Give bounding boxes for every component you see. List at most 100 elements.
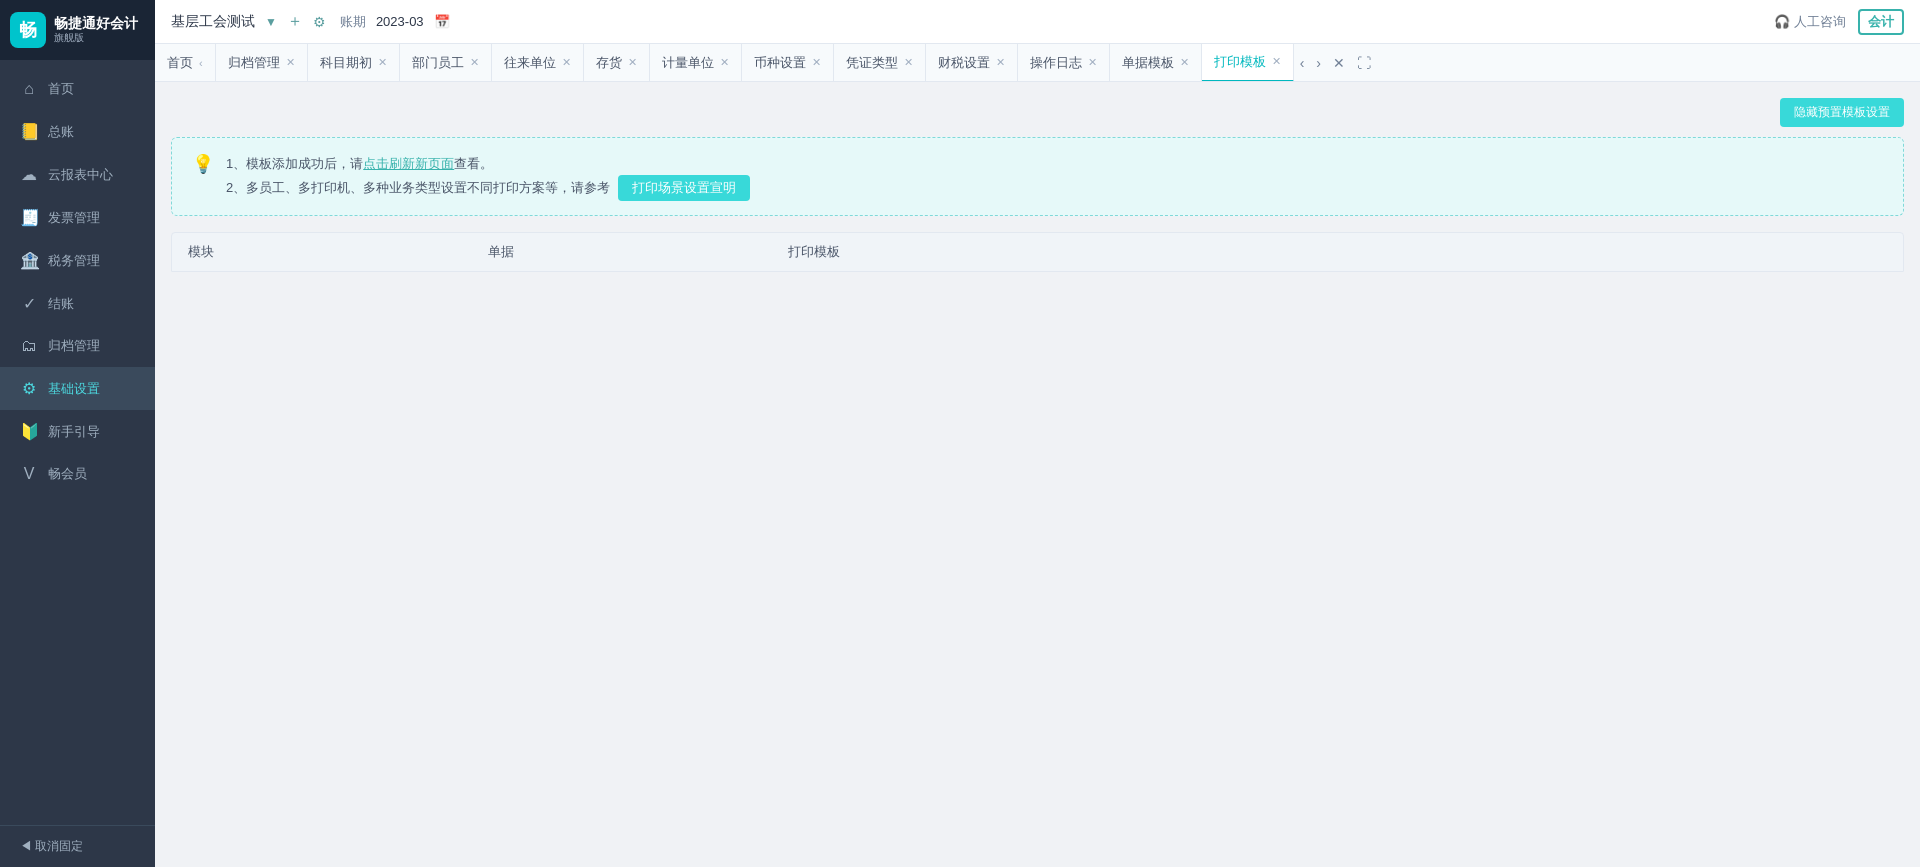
tab-stock-close[interactable]: ✕ — [628, 56, 637, 69]
tax-icon: 🏦 — [20, 251, 38, 270]
col-receipt: 单据 — [472, 233, 772, 271]
tab-expand[interactable]: ⛶ — [1351, 55, 1377, 71]
reports-icon: ☁ — [20, 165, 38, 184]
tab-print-close[interactable]: ✕ — [1272, 55, 1281, 68]
info-line1-prefix: 1、模板添加成功后，请 — [226, 156, 363, 171]
support-button[interactable]: 🎧 人工咨询 — [1774, 13, 1846, 31]
sidebar-item-invoice[interactable]: 🧾 发票管理 — [0, 196, 155, 239]
tab-currency[interactable]: 币种设置 ✕ — [742, 44, 834, 82]
tab-stock[interactable]: 存货 ✕ — [584, 44, 650, 82]
tab-subject-label: 科目期初 — [320, 54, 372, 72]
tab-print[interactable]: 打印模板 ✕ — [1202, 44, 1294, 82]
member-icon: V — [20, 465, 38, 483]
sidebar-label-archive: 归档管理 — [48, 337, 100, 355]
tab-receipt[interactable]: 单据模板 ✕ — [1110, 44, 1202, 82]
archive-icon: 🗂 — [20, 337, 38, 355]
tab-home-label: 首页 — [167, 54, 193, 72]
main-area: 基层工会测试 ▼ ＋ ⚙ 账期 2023-03 📅 🎧 人工咨询 会计 首页 ‹… — [155, 0, 1920, 867]
sidebar-label-tax: 税务管理 — [48, 252, 100, 270]
hide-template-button[interactable]: 隐藏预置模板设置 — [1780, 98, 1904, 127]
sidebar-unpin[interactable]: ◀ 取消固定 — [0, 825, 155, 867]
hide-template-area: 隐藏预置模板设置 — [171, 98, 1904, 127]
refresh-link[interactable]: 点击刷新新页面 — [363, 156, 454, 171]
tab-currency-close[interactable]: ✕ — [812, 56, 821, 69]
tab-voucher-close[interactable]: ✕ — [904, 56, 913, 69]
role-badge[interactable]: 会计 — [1858, 9, 1904, 35]
info-line1: 1、模板添加成功后，请点击刷新新页面查看。 — [226, 152, 750, 175]
add-company-icon[interactable]: ＋ — [287, 11, 303, 32]
ledger-icon: 📒 — [20, 122, 38, 141]
period-label: 账期 — [340, 13, 366, 31]
sidebar-nav: ⌂ 首页 📒 总账 ☁ 云报表中心 🧾 发票管理 🏦 税务管理 ✓ 结账 🗂 归… — [0, 60, 155, 825]
tab-close-all[interactable]: ✕ — [1327, 55, 1351, 71]
tab-receipt-label: 单据模板 — [1122, 54, 1174, 72]
tab-partner[interactable]: 往来单位 ✕ — [492, 44, 584, 82]
tab-receipt-close[interactable]: ✕ — [1180, 56, 1189, 69]
tab-taxset-label: 财税设置 — [938, 54, 990, 72]
calendar-icon[interactable]: 📅 — [434, 14, 450, 29]
sidebar-item-home[interactable]: ⌂ 首页 — [0, 68, 155, 110]
tab-dept-label: 部门员工 — [412, 54, 464, 72]
info-line2: 2、多员工、多打印机、多种业务类型设置不同打印方案等，请参考 打印场景设置宣明 — [226, 175, 750, 201]
info-text-block: 1、模板添加成功后，请点击刷新新页面查看。 2、多员工、多打印机、多种业务类型设… — [226, 152, 750, 201]
tab-oplog-close[interactable]: ✕ — [1088, 56, 1097, 69]
sidebar-item-ledger[interactable]: 📒 总账 — [0, 110, 155, 153]
sidebar-item-archive[interactable]: 🗂 归档管理 — [0, 325, 155, 367]
tab-partner-label: 往来单位 — [504, 54, 556, 72]
tab-home-nav[interactable]: ‹ — [199, 57, 203, 69]
tab-unit-close[interactable]: ✕ — [720, 56, 729, 69]
table-header: 模块 单据 打印模板 — [171, 232, 1904, 272]
invoice-icon: 🧾 — [20, 208, 38, 227]
guide-icon: 🔰 — [20, 422, 38, 441]
tab-subject[interactable]: 科目期初 ✕ — [308, 44, 400, 82]
topbar: 基层工会测试 ▼ ＋ ⚙ 账期 2023-03 📅 🎧 人工咨询 会计 — [155, 0, 1920, 44]
sidebar-label-invoice: 发票管理 — [48, 209, 100, 227]
sidebar-item-reports[interactable]: ☁ 云报表中心 — [0, 153, 155, 196]
tab-nav-prev[interactable]: ‹ — [1294, 55, 1311, 71]
tab-home[interactable]: 首页 ‹ — [155, 44, 216, 82]
sidebar-label-close: 结账 — [48, 295, 74, 313]
sidebar-item-basic[interactable]: ⚙ 基础设置 — [0, 367, 155, 410]
info-line1-suffix: 查看。 — [454, 156, 493, 171]
tab-oplog-label: 操作日志 — [1030, 54, 1082, 72]
headset-icon: 🎧 — [1774, 14, 1790, 29]
tab-unit[interactable]: 计量单位 ✕ — [650, 44, 742, 82]
sidebar-logo: 畅 畅捷通好会计 旗舰版 — [0, 0, 155, 60]
company-name: 基层工会测试 — [171, 13, 255, 31]
tab-dept-close[interactable]: ✕ — [470, 56, 479, 69]
tab-voucher[interactable]: 凭证类型 ✕ — [834, 44, 926, 82]
sidebar: 畅 畅捷通好会计 旗舰版 ⌂ 首页 📒 总账 ☁ 云报表中心 🧾 发票管理 🏦 … — [0, 0, 155, 867]
col-template: 打印模板 — [772, 233, 1903, 271]
sidebar-item-guide[interactable]: 🔰 新手引导 — [0, 410, 155, 453]
tab-subject-close[interactable]: ✕ — [378, 56, 387, 69]
sidebar-label-ledger: 总账 — [48, 123, 74, 141]
tab-taxset-close[interactable]: ✕ — [996, 56, 1005, 69]
period-value: 2023-03 — [376, 14, 424, 29]
settings-icon[interactable]: ⚙ — [313, 14, 326, 30]
support-label: 人工咨询 — [1794, 13, 1846, 31]
tab-voucher-label: 凭证类型 — [846, 54, 898, 72]
explain-button[interactable]: 打印场景设置宣明 — [618, 175, 750, 201]
tab-stock-label: 存货 — [596, 54, 622, 72]
tab-currency-label: 币种设置 — [754, 54, 806, 72]
info-box: 💡 1、模板添加成功后，请点击刷新新页面查看。 2、多员工、多打印机、多种业务类… — [171, 137, 1904, 216]
sidebar-item-member[interactable]: V 畅会员 — [0, 453, 155, 495]
sidebar-label-home: 首页 — [48, 80, 74, 98]
tab-taxset[interactable]: 财税设置 ✕ — [926, 44, 1018, 82]
tab-archive[interactable]: 归档管理 ✕ — [216, 44, 308, 82]
company-dropdown-icon[interactable]: ▼ — [265, 15, 277, 29]
basic-icon: ⚙ — [20, 379, 38, 398]
tab-oplog[interactable]: 操作日志 ✕ — [1018, 44, 1110, 82]
sidebar-item-tax[interactable]: 🏦 税务管理 — [0, 239, 155, 282]
col-module: 模块 — [172, 233, 472, 271]
tab-partner-close[interactable]: ✕ — [562, 56, 571, 69]
sidebar-label-reports: 云报表中心 — [48, 166, 113, 184]
tab-nav-next[interactable]: › — [1310, 55, 1327, 71]
sidebar-label-guide: 新手引导 — [48, 423, 100, 441]
home-icon: ⌂ — [20, 80, 38, 98]
sidebar-item-close[interactable]: ✓ 结账 — [0, 282, 155, 325]
topbar-right: 🎧 人工咨询 会计 — [1774, 9, 1904, 35]
tab-dept[interactable]: 部门员工 ✕ — [400, 44, 492, 82]
tab-archive-close[interactable]: ✕ — [286, 56, 295, 69]
page-content: 隐藏预置模板设置 💡 1、模板添加成功后，请点击刷新新页面查看。 2、多员工、多… — [155, 82, 1920, 867]
